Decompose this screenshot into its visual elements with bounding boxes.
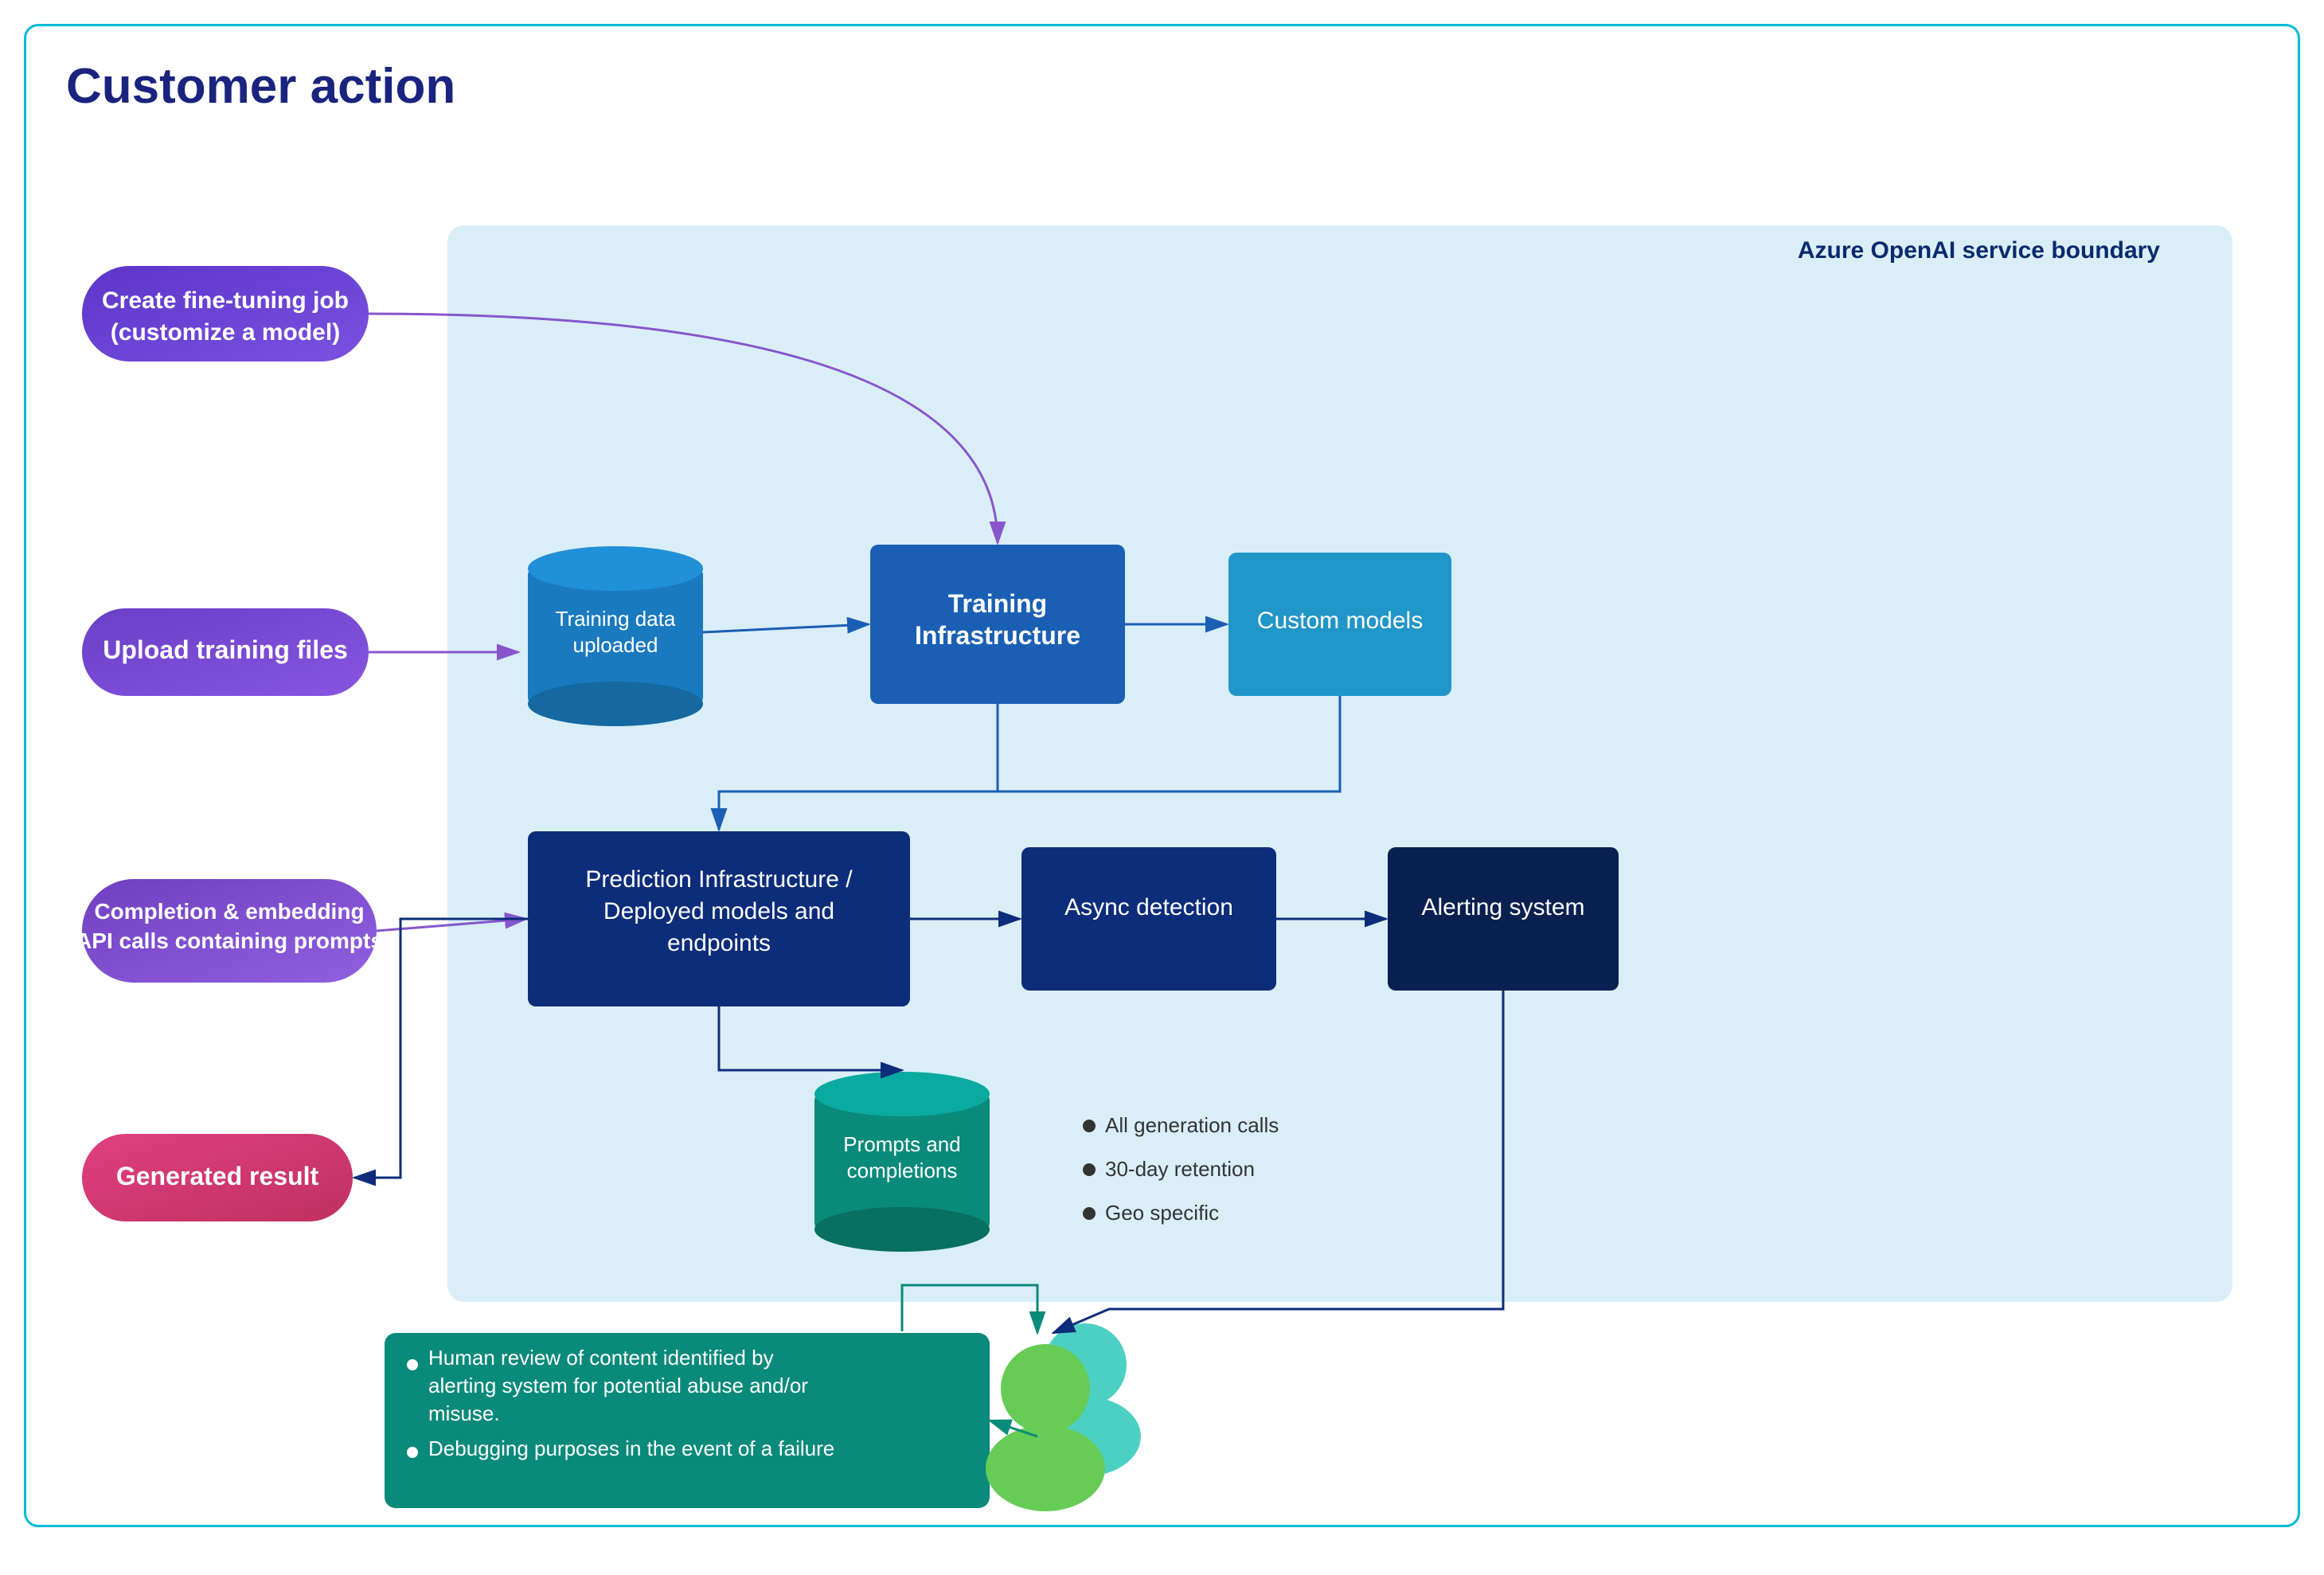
svg-text:Debugging purposes in the even: Debugging purposes in the event of a fai… (428, 1436, 834, 1460)
svg-text:alerting system for potential: alerting system for potential abuse and/… (428, 1374, 808, 1397)
outer-border: Customer action Azure OpenAI service bou… (24, 24, 2300, 1527)
svg-text:Create fine-tuning job: Create fine-tuning job (102, 287, 349, 314)
svg-text:Generated result: Generated result (116, 1162, 319, 1190)
page-title: Customer action (66, 58, 2258, 115)
svg-text:30-day retention: 30-day retention (1105, 1157, 1255, 1181)
svg-text:Training data: Training data (556, 607, 676, 631)
azure-boundary-label: Azure OpenAI service boundary (1798, 237, 2160, 264)
svg-text:Completion & embedding: Completion & embedding (94, 899, 364, 924)
svg-text:(customize a model): (customize a model) (111, 319, 340, 346)
svg-text:Async detection: Async detection (1064, 894, 1233, 920)
svg-text:misuse.: misuse. (428, 1401, 500, 1425)
svg-text:Training: Training (948, 589, 1047, 618)
svg-text:uploaded: uploaded (573, 633, 658, 657)
create-job-pill (82, 266, 369, 362)
svg-text:Upload training files: Upload training files (103, 635, 348, 664)
svg-text:Geo specific: Geo specific (1105, 1201, 1219, 1225)
svg-text:Alerting system: Alerting system (1421, 894, 1584, 920)
svg-text:Prompts and: Prompts and (843, 1132, 960, 1156)
svg-text:All generation calls: All generation calls (1105, 1113, 1279, 1137)
svg-text:Prediction Infrastructure /: Prediction Infrastructure / (585, 866, 853, 893)
svg-text:Deployed models and: Deployed models and (603, 898, 834, 924)
svg-text:Human review of content identi: Human review of content identified by (428, 1346, 774, 1370)
svg-text:Custom models: Custom models (1257, 608, 1423, 634)
svg-text:API calls containing prompts: API calls containing prompts (76, 928, 383, 953)
svg-text:Infrastructure: Infrastructure (915, 621, 1080, 650)
svg-text:completions: completions (847, 1159, 958, 1182)
svg-text:endpoints: endpoints (667, 930, 771, 956)
